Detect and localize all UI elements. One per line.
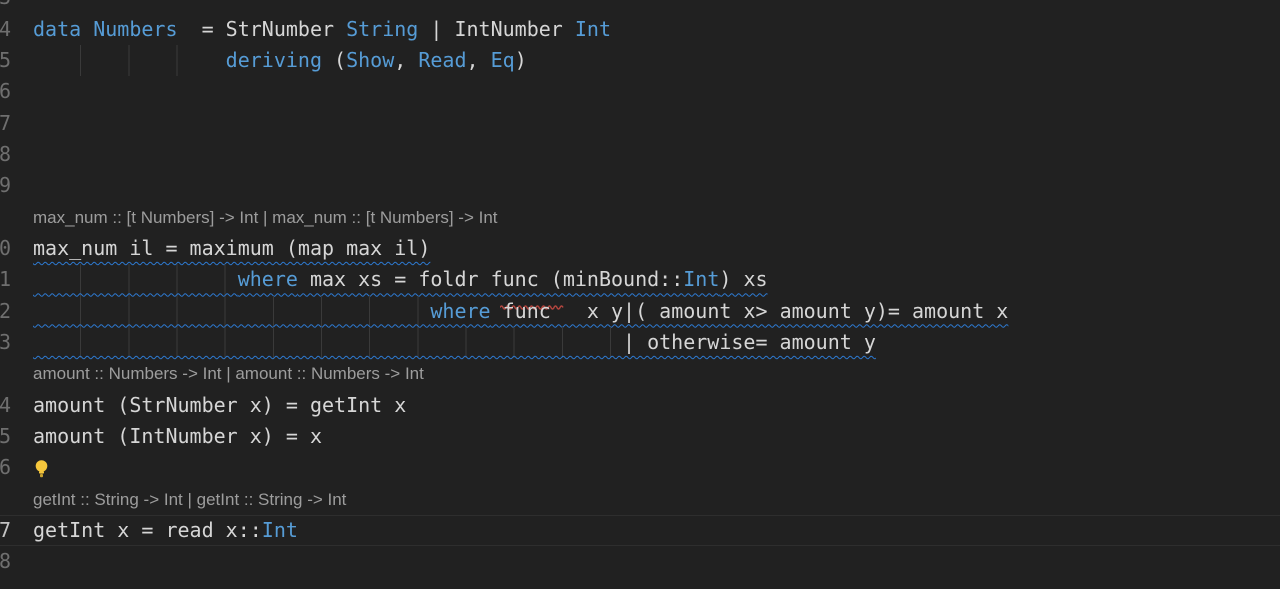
code-line[interactable]: 9 [0, 170, 1280, 201]
line-number[interactable]: 6 [0, 76, 11, 107]
codelens-line[interactable]: amount :: Numbers -> Int | amount :: Num… [0, 358, 1280, 389]
line-number[interactable]: 18 [0, 546, 11, 577]
code-line[interactable]: 6 [0, 76, 1280, 107]
line-number[interactable]: 16 [0, 452, 11, 483]
code-editor[interactable]: 34 data Numbers = StrNumber String | IntN… [0, 0, 1280, 589]
code-line[interactable]: 14 amount (StrNumber x) = getInt x [0, 390, 1280, 421]
code-line[interactable]: 4 data Numbers = StrNumber String | IntNu… [0, 14, 1280, 45]
line-number[interactable]: 5 [0, 45, 11, 76]
code-text: data Numbers = StrNumber String | IntNum… [33, 16, 612, 41]
line-number[interactable]: 10 [0, 233, 11, 264]
line-number[interactable]: 12 [0, 296, 11, 327]
line-number[interactable]: 13 [0, 327, 11, 358]
line-number[interactable]: 11 [0, 264, 11, 295]
code-line[interactable]: 15 amount (IntNumber x) = x [0, 421, 1280, 452]
code-line[interactable]: 11 where max xs = foldr func (minBound::… [0, 264, 1280, 310]
line-number[interactable]: 3 [0, 0, 11, 14]
code-line[interactable]: 12 where func x y|( amount x> amount y)=… [0, 295, 1280, 327]
line-number[interactable]: 14 [0, 390, 11, 421]
code-text: amount (StrNumber x) = getInt x [33, 392, 407, 417]
code-text: getInt x = read x::Int [33, 517, 298, 542]
code-line[interactable]: 3 [0, 0, 1280, 14]
codelens-line[interactable]: getInt :: String -> Int | getInt :: Stri… [0, 484, 1280, 515]
code-line[interactable]: 8 [0, 139, 1280, 170]
line-number[interactable]: 17 [0, 515, 11, 546]
code-text: amount (IntNumber x) = x [33, 423, 322, 448]
code-line[interactable]: 16 [0, 452, 1280, 483]
codelens-hint[interactable]: max_num :: [t Numbers] -> Int | max_num … [33, 202, 498, 233]
line-number[interactable]: 15 [0, 421, 11, 452]
code-line[interactable]: 17 getInt x = read x::Int [0, 515, 1280, 546]
code-text: where func x y|( amount x> amount y)= am… [430, 298, 1009, 323]
code-line[interactable]: 10 max_num il = maximum (map max il) [0, 233, 1280, 264]
line-number[interactable]: 4 [0, 14, 11, 45]
codelens-hint[interactable]: amount :: Numbers -> Int | amount :: Num… [33, 358, 424, 389]
line-number[interactable]: 8 [0, 139, 11, 170]
code-text: | otherwise= amount y [33, 329, 876, 354]
line-number[interactable]: 9 [0, 170, 11, 201]
code-text: max_num il = maximum (map max il) [33, 235, 431, 260]
code-text: where max xs = foldr func (minBound::Int… [237, 267, 768, 292]
code-line[interactable]: 5 deriving (Show, Read, Eq) [0, 44, 1280, 77]
code-line[interactable]: 7 [0, 108, 1280, 139]
codelens-line[interactable]: max_num :: [t Numbers] -> Int | max_num … [0, 202, 1280, 233]
code-line[interactable]: 18 [0, 546, 1280, 577]
codelens-hint[interactable]: getInt :: String -> Int | getInt :: Stri… [33, 484, 346, 515]
line-number[interactable]: 7 [0, 108, 11, 139]
editor-rows: 34 data Numbers = StrNumber String | IntN… [0, 0, 1280, 578]
code-text: deriving (Show, Read, Eq) [225, 47, 527, 72]
code-line[interactable]: 13 | otherwise= amount y [0, 326, 1280, 359]
